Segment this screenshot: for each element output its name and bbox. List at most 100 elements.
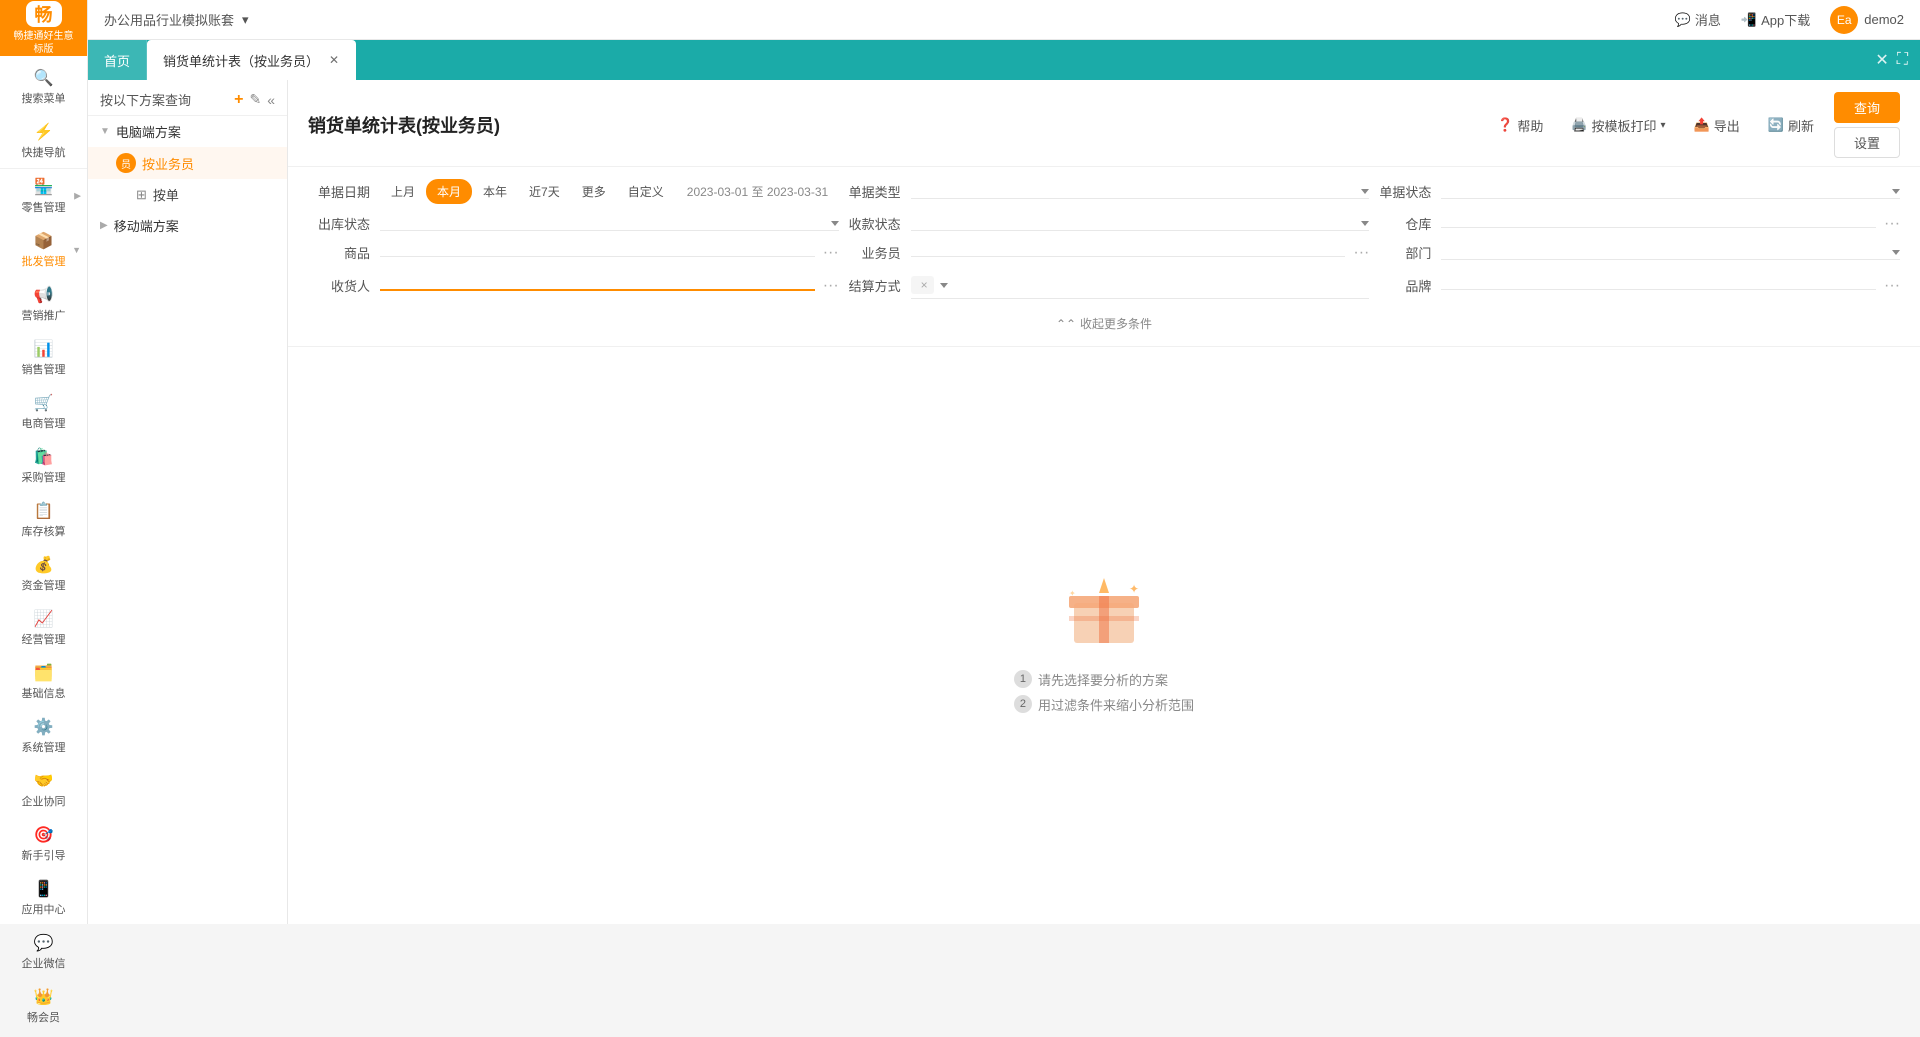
receiver-input[interactable]: [380, 281, 815, 291]
inventory-icon: 📋: [34, 501, 54, 521]
help-icon: ❓: [1497, 117, 1513, 133]
refresh-button[interactable]: 🔄 刷新: [1760, 112, 1822, 139]
app-download-button[interactable]: 📲 App下载: [1741, 10, 1810, 29]
goods-dots-button[interactable]: ···: [823, 244, 839, 262]
date-range-text: 2023-03-01 至 2023-03-31: [687, 183, 828, 200]
collapse-panel-button[interactable]: «: [267, 92, 275, 108]
sidebar-item-corp[interactable]: 🤝 企业协同: [0, 763, 87, 817]
staff-input[interactable]: [911, 248, 1346, 257]
settlement-select[interactable]: ×: [911, 272, 1370, 299]
sidebar-item-label: 资金管理: [22, 577, 66, 593]
tab-sales-stat[interactable]: 销货单统计表（按业务员） ✕: [147, 40, 356, 80]
dept-label: 部门: [1369, 243, 1441, 262]
settings-button[interactable]: 设置: [1834, 127, 1900, 158]
warehouse-input[interactable]: [1441, 219, 1876, 228]
chevron-down-icon: [831, 221, 839, 226]
chevron-down-icon: [940, 283, 948, 288]
sidebar-item-basic[interactable]: 🗂️ 基础信息: [0, 655, 87, 709]
user-menu[interactable]: Ea demo2: [1830, 6, 1904, 34]
sidebar-item-label: 营销推广: [22, 307, 66, 323]
date-btn-more[interactable]: 更多: [571, 179, 617, 204]
date-label: 单据日期: [308, 182, 380, 201]
wechat-icon: 💬: [34, 933, 54, 953]
sidebar-item-finance[interactable]: 💰 资金管理: [0, 547, 87, 601]
doc-status-select[interactable]: [1441, 185, 1900, 199]
collapse-more-conditions-button[interactable]: ⌃⌃ 收起更多条件: [308, 309, 1900, 334]
sidebar-item-ecommerce[interactable]: 🛒 电商管理: [0, 385, 87, 439]
tree-item-by-order[interactable]: ⊞ 按单: [88, 179, 287, 210]
sidebar-item-inventory[interactable]: 📋 库存核算: [0, 493, 87, 547]
doc-type-label: 单据类型: [839, 182, 911, 201]
sidebar-item-sales[interactable]: 📊 销售管理: [0, 331, 87, 385]
goods-input[interactable]: [380, 248, 815, 257]
tree-expand-icon: ▼: [100, 126, 110, 137]
sidebar-item-wechat[interactable]: 💬 企业微信: [0, 925, 87, 979]
system-icon: ⚙️: [34, 717, 54, 737]
user-name: demo2: [1864, 12, 1904, 27]
wholesale-icon: 📦: [34, 231, 54, 251]
query-button[interactable]: 查询: [1834, 92, 1900, 123]
sidebar-item-member[interactable]: 👑 畅会员: [0, 979, 87, 1033]
tree-expand-icon: ▶: [100, 220, 108, 231]
doc-type-select[interactable]: [911, 185, 1370, 199]
edit-scheme-button[interactable]: ✎: [249, 91, 261, 108]
logo-icon: 畅: [26, 1, 62, 27]
marketing-icon: 📢: [34, 285, 54, 305]
sidebar-item-appcenter[interactable]: 📱 应用中心: [0, 871, 87, 925]
export-button[interactable]: 📤 导出: [1686, 112, 1748, 139]
content-area: 按以下方案查询 + ✎ « ▼ 电脑端方案 员 按业务员 ⊞ 按单: [88, 80, 1920, 924]
sidebar-item-system[interactable]: ⚙️ 系统管理: [0, 709, 87, 763]
dept-select[interactable]: [1441, 246, 1900, 260]
tab-home[interactable]: 首页: [88, 40, 147, 80]
sidebar-item-operations[interactable]: 📈 经营管理: [0, 601, 87, 655]
add-scheme-button[interactable]: +: [234, 91, 243, 109]
empty-state: ✦ ✦ 1 请先选择要分析的方案 2 用过滤条件来缩小分析范围: [288, 347, 1920, 924]
tree-dot-icon: 员: [116, 153, 136, 173]
out-status-control: [380, 217, 839, 231]
left-panel: 按以下方案查询 + ✎ « ▼ 电脑端方案 员 按业务员 ⊞ 按单: [88, 80, 288, 924]
sidebar-item-newbie[interactable]: 🎯 新手引导: [0, 817, 87, 871]
date-btn-this-year[interactable]: 本年: [472, 179, 518, 204]
out-status-select[interactable]: [380, 217, 839, 231]
tab-close-icon[interactable]: ✕: [329, 53, 339, 67]
quick-nav-icon: ⚡: [34, 122, 54, 142]
member-icon: 👑: [34, 987, 54, 1007]
sidebar-item-marketing[interactable]: 📢 营销推广: [0, 277, 87, 331]
date-btn-this-month[interactable]: 本月: [426, 179, 472, 204]
page-title-bar: 销货单统计表(按业务员) ❓ 帮助 🖨️ 按模板打印 ▾ 📤 导出: [288, 80, 1920, 167]
sidebar-item-label: 零售管理: [22, 199, 66, 215]
staff-dots-button[interactable]: ···: [1353, 244, 1369, 262]
doc-status-control: [1441, 185, 1900, 199]
close-window-button[interactable]: ✕: [1875, 50, 1888, 70]
finance-icon: 💰: [34, 555, 54, 575]
receipt-status-control: [911, 217, 1370, 231]
sidebar-item-label: 库存核算: [22, 523, 66, 539]
settlement-tag-close[interactable]: ×: [921, 278, 928, 292]
brand-input[interactable]: [1441, 281, 1876, 290]
date-btn-last-7days[interactable]: 近7天: [518, 179, 571, 204]
tab-sales-stat-label: 销货单统计表（按业务员）: [163, 51, 319, 70]
brand-dots-button[interactable]: ···: [1884, 277, 1900, 295]
staff-control: ···: [911, 244, 1370, 262]
sidebar-item-purchase[interactable]: 🛍️ 采购管理: [0, 439, 87, 493]
sidebar-item-retail[interactable]: 🏪 零售管理 ▶: [0, 169, 87, 223]
sidebar-item-quick-nav[interactable]: ⚡ 快捷导航: [0, 114, 87, 168]
tree-item-by-staff[interactable]: 员 按业务员: [88, 147, 287, 179]
sidebar-item-search-menu[interactable]: 🔍 搜索菜单: [0, 60, 87, 114]
date-btn-custom[interactable]: 自定义: [617, 179, 675, 204]
receipt-status-select[interactable]: [911, 217, 1370, 231]
tree-item-mobile[interactable]: ▶ 移动端方案: [88, 210, 287, 241]
messages-button[interactable]: 💬 消息: [1675, 10, 1721, 29]
sidebar-item-wholesale[interactable]: 📦 批发管理 ▼: [0, 223, 87, 277]
dropdown-arrow-icon[interactable]: ▾: [242, 12, 249, 28]
filter-area: 单据日期 上月 本月 本年 近7天 更多 自定义 2023-03-01 至 20…: [288, 167, 1920, 347]
date-btn-last-month[interactable]: 上月: [380, 179, 426, 204]
tree-item-desktop[interactable]: ▼ 电脑端方案: [88, 116, 287, 147]
warehouse-dots-button[interactable]: ···: [1884, 215, 1900, 233]
help-button[interactable]: ❓ 帮助: [1489, 112, 1551, 139]
print-button[interactable]: 🖨️ 按模板打印 ▾: [1563, 112, 1673, 139]
maximize-window-button[interactable]: ⛶: [1897, 51, 1908, 69]
receiver-dots-button[interactable]: ···: [823, 277, 839, 295]
sidebar-item-label: 经营管理: [22, 631, 66, 647]
brand-label: 品牌: [1369, 276, 1441, 295]
